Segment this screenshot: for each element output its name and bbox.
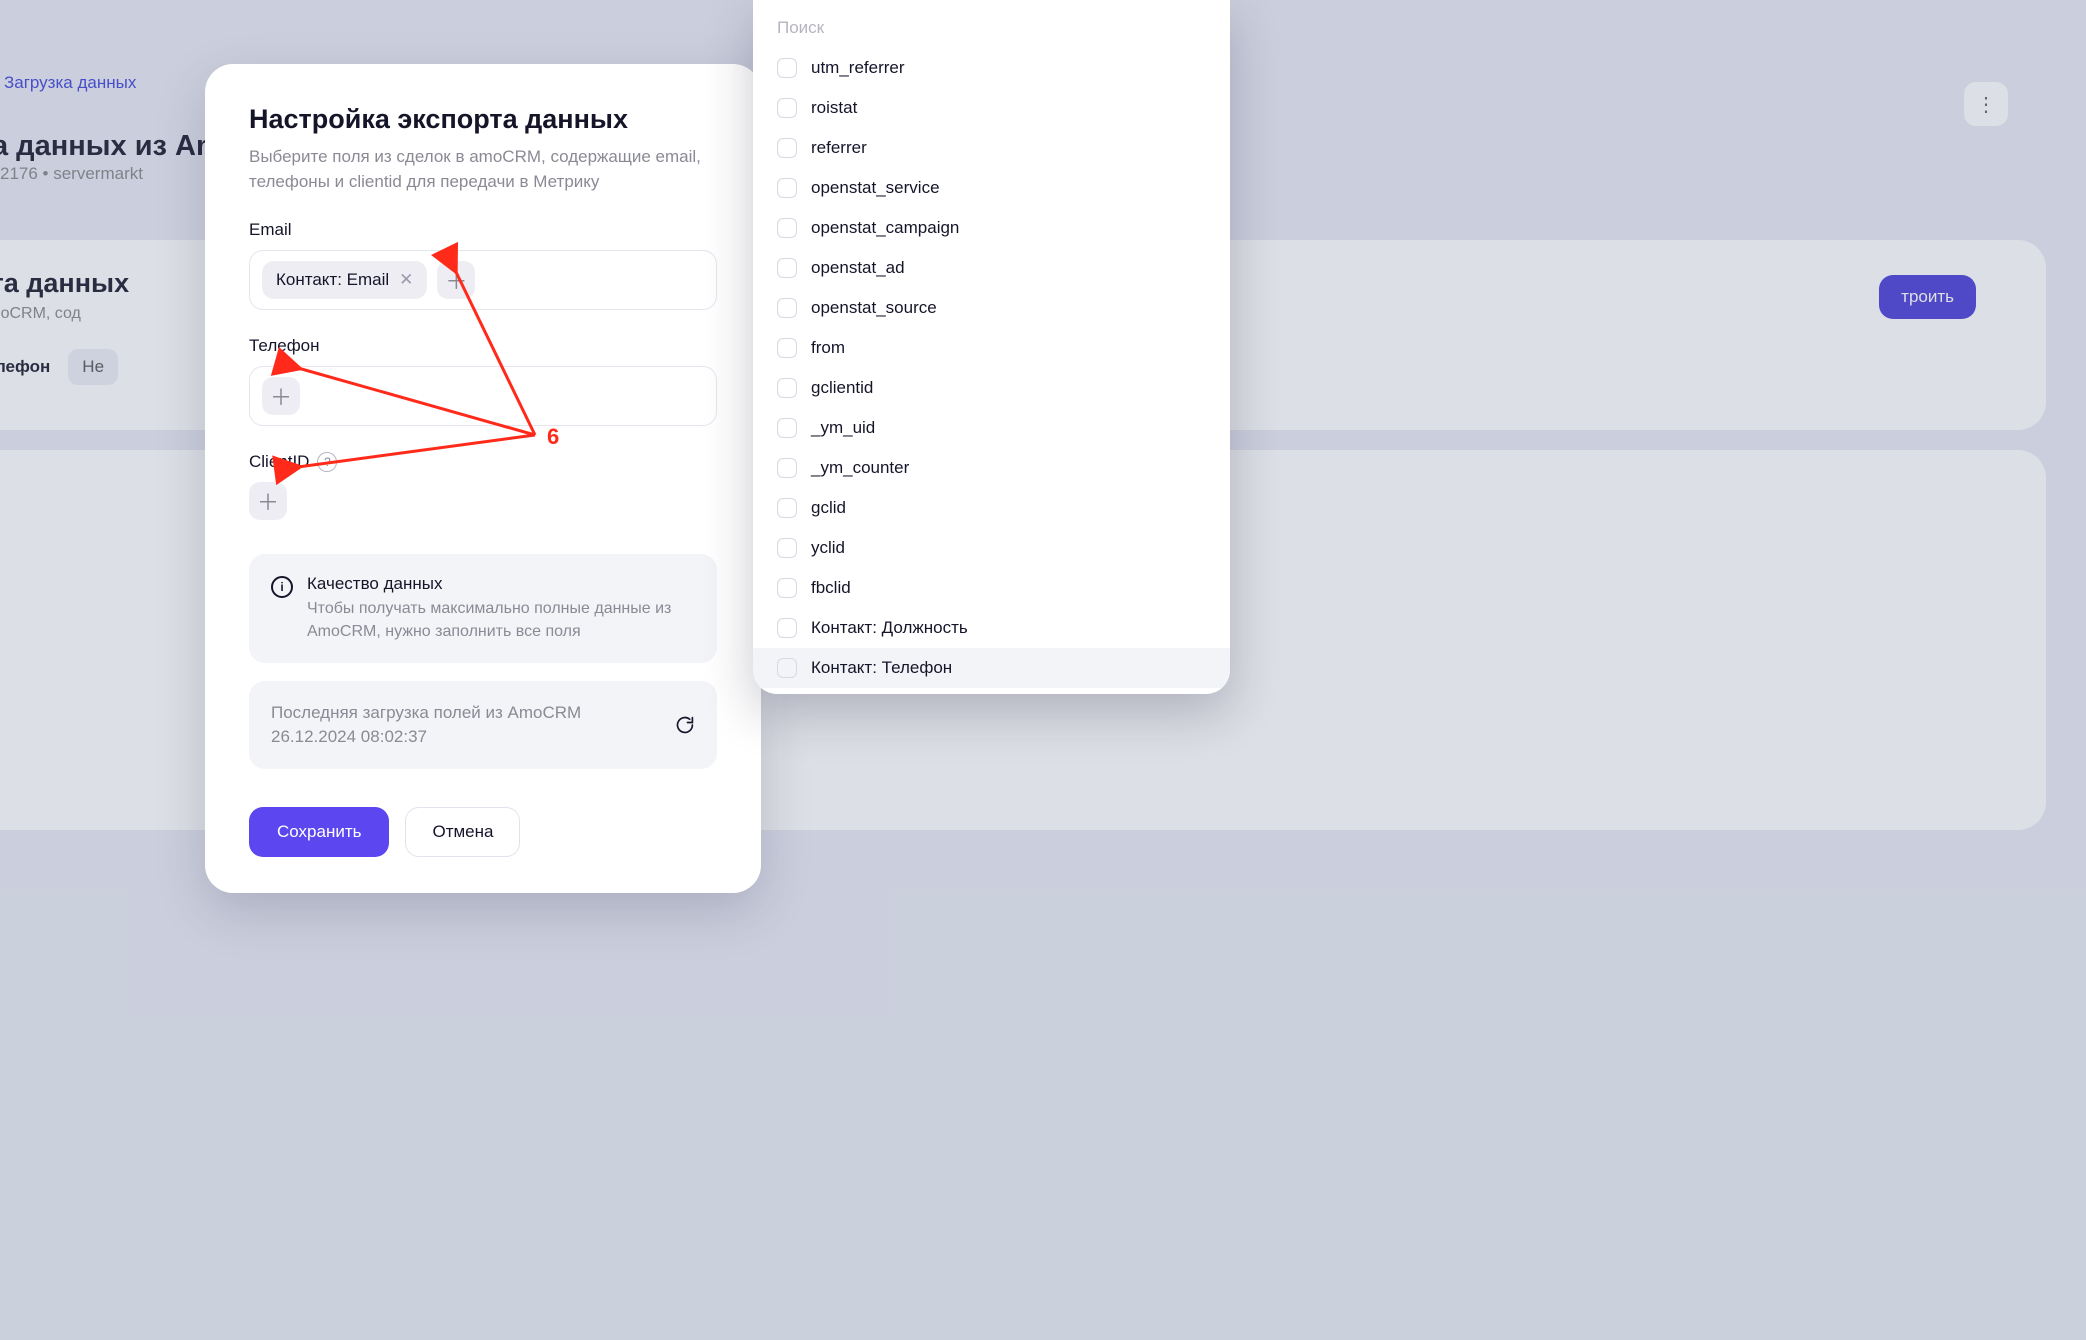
- checkbox-icon[interactable]: [777, 58, 797, 78]
- checkbox-icon[interactable]: [777, 178, 797, 198]
- plus-icon: ＋: [270, 380, 292, 412]
- dropdown-item-label: Контакт: Должность: [811, 618, 968, 638]
- dropdown-item-label: openstat_service: [811, 178, 940, 198]
- add-phone-button[interactable]: ＋: [262, 377, 300, 415]
- dropdown-item-label: _ym_counter: [811, 458, 909, 478]
- checkbox-icon[interactable]: [777, 658, 797, 678]
- email-chip: Контакт: Email ✕: [262, 261, 427, 299]
- checkbox-icon[interactable]: [777, 98, 797, 118]
- dropdown-item-label: utm_referrer: [811, 58, 905, 78]
- dropdown-item[interactable]: Контакт: Телефон: [753, 648, 1230, 688]
- data-quality-info: i Качество данных Чтобы получать максима…: [249, 554, 717, 663]
- modal-title: Настройка экспорта данных: [249, 104, 717, 135]
- dropdown-item-label: fbclid: [811, 578, 851, 598]
- help-icon[interactable]: ?: [317, 452, 337, 472]
- modal-subtitle: Выберите поля из сделок в amoCRM, содерж…: [249, 145, 717, 194]
- add-clientid-button[interactable]: ＋: [249, 482, 287, 520]
- dropdown-item[interactable]: referrer: [753, 128, 1230, 168]
- dropdown-item-label: roistat: [811, 98, 857, 118]
- dropdown-item[interactable]: from: [753, 328, 1230, 368]
- dropdown-search-input[interactable]: [777, 18, 1206, 38]
- cancel-button[interactable]: Отмена: [405, 807, 520, 857]
- phone-label: Телефон: [249, 336, 717, 356]
- checkbox-icon[interactable]: [777, 298, 797, 318]
- dropdown-item-label: _ym_uid: [811, 418, 875, 438]
- dropdown-list: utm_referrerroistat referrer openstat_serv…: [753, 48, 1230, 688]
- last-sync-box: Последняя загрузка полей из AmoCRM 26.12…: [249, 681, 717, 769]
- checkbox-icon[interactable]: [777, 538, 797, 558]
- checkbox-icon[interactable]: [777, 218, 797, 238]
- dropdown-search-wrap: [753, 0, 1230, 48]
- info-icon: i: [271, 576, 293, 598]
- info-title: Качество данных: [307, 574, 695, 594]
- checkbox-icon[interactable]: [777, 578, 797, 598]
- dropdown-item-label: gclientid: [811, 378, 873, 398]
- dropdown-item[interactable]: openstat_source: [753, 288, 1230, 328]
- dropdown-item[interactable]: utm_referrer: [753, 48, 1230, 88]
- dropdown-item-label: yclid: [811, 538, 845, 558]
- dropdown-item-label: from: [811, 338, 845, 358]
- dropdown-item[interactable]: _ym_counter: [753, 448, 1230, 488]
- dropdown-item-label: gclid: [811, 498, 846, 518]
- checkbox-icon[interactable]: [777, 498, 797, 518]
- clientid-label: ClientID ?: [249, 452, 717, 472]
- dropdown-item[interactable]: Контакт: Должность: [753, 608, 1230, 648]
- dropdown-item[interactable]: gclientid: [753, 368, 1230, 408]
- info-text: Чтобы получать максимально полные данные…: [307, 598, 695, 643]
- dropdown-item-label: referrer: [811, 138, 867, 158]
- dropdown-item-label: openstat_ad: [811, 258, 905, 278]
- refresh-icon[interactable]: [675, 713, 695, 737]
- email-label: Email: [249, 220, 717, 240]
- field-picker-dropdown: utm_referrerroistat referrer openstat_serv…: [753, 0, 1230, 694]
- checkbox-icon[interactable]: [777, 138, 797, 158]
- email-field-box[interactable]: Контакт: Email ✕ ＋: [249, 250, 717, 310]
- dropdown-item[interactable]: fbclid: [753, 568, 1230, 608]
- plus-icon: ＋: [257, 485, 279, 517]
- sync-text: Последняя загрузка полей из AmoCRM 26.12…: [271, 701, 661, 749]
- dropdown-item[interactable]: _ym_uid: [753, 408, 1230, 448]
- checkbox-icon[interactable]: [777, 458, 797, 478]
- checkbox-icon[interactable]: [777, 258, 797, 278]
- remove-chip-icon[interactable]: ✕: [399, 270, 413, 290]
- checkbox-icon[interactable]: [777, 418, 797, 438]
- modal-actions: Сохранить Отмена: [249, 807, 717, 857]
- dropdown-item[interactable]: openstat_campaign: [753, 208, 1230, 248]
- export-settings-modal: Настройка экспорта данных Выберите поля …: [205, 64, 761, 893]
- plus-icon: ＋: [445, 264, 467, 296]
- dropdown-item-label: openstat_campaign: [811, 218, 959, 238]
- dropdown-item[interactable]: yclid: [753, 528, 1230, 568]
- checkbox-icon[interactable]: [777, 618, 797, 638]
- save-button[interactable]: Сохранить: [249, 807, 389, 857]
- dropdown-item[interactable]: openstat_ad: [753, 248, 1230, 288]
- dropdown-item[interactable]: roistat: [753, 88, 1230, 128]
- checkbox-icon[interactable]: [777, 378, 797, 398]
- dropdown-item-label: openstat_source: [811, 298, 937, 318]
- email-chip-label: Контакт: Email: [276, 270, 389, 290]
- phone-field-box[interactable]: ＋: [249, 366, 717, 426]
- dropdown-item[interactable]: gclid: [753, 488, 1230, 528]
- dropdown-item[interactable]: openstat_service: [753, 168, 1230, 208]
- dropdown-item-label: Контакт: Телефон: [811, 658, 952, 678]
- checkbox-icon[interactable]: [777, 338, 797, 358]
- add-email-button[interactable]: ＋: [437, 261, 475, 299]
- clientid-field-box[interactable]: ＋: [249, 482, 717, 520]
